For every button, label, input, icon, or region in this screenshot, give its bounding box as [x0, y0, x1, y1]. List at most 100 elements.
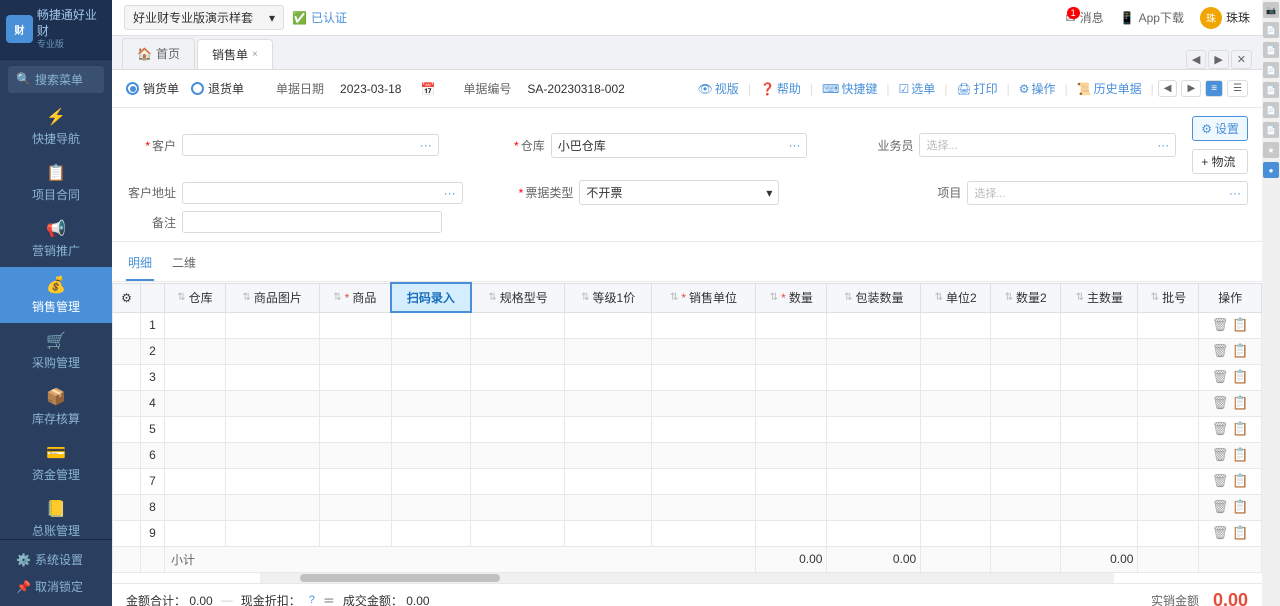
row-image-1[interactable] — [225, 312, 319, 338]
delete-icon-2[interactable]: 🗑 — [1212, 343, 1229, 359]
rip-icon-2[interactable]: 📄 — [1263, 22, 1279, 38]
th-image[interactable]: ⇅ 商品图片 — [225, 283, 319, 312]
sidebar-item-project[interactable]: 📋 项目合同 — [0, 155, 112, 211]
row-pack-qty-1[interactable] — [827, 312, 921, 338]
tab-prev-button[interactable]: ◀ — [1186, 50, 1206, 69]
row-price-2[interactable] — [565, 338, 651, 364]
th-qty2[interactable]: ⇅ 数量2 — [991, 283, 1061, 312]
th-sales-unit[interactable]: ⇅ * 销售单位 — [651, 283, 755, 312]
form-grid-button[interactable]: ≡ — [1205, 80, 1223, 97]
form-list-button[interactable]: ☰ — [1227, 80, 1248, 97]
company-selector[interactable]: 好业财专业版演示样套 ▾ — [124, 5, 284, 30]
notes-input[interactable] — [182, 211, 442, 233]
add-logistics-button[interactable]: + 物流 — [1192, 149, 1248, 174]
row-qty2-1[interactable] — [991, 312, 1061, 338]
user-menu-button[interactable]: 珠 珠珠 — [1200, 7, 1250, 29]
sidebar-item-finance[interactable]: 💳 资金管理 — [0, 435, 112, 491]
help-discount-icon[interactable]: ? — [309, 594, 315, 606]
horizontal-scrollbar[interactable] — [260, 573, 1114, 583]
copy-icon-3[interactable]: 📋 — [1232, 369, 1248, 385]
delete-icon-9[interactable]: 🗑 — [1212, 525, 1229, 541]
rip-icon-5[interactable]: 📄 — [1263, 82, 1279, 98]
app-download-button[interactable]: 📱 App下载 — [1120, 9, 1184, 26]
rip-icon-active[interactable]: ● — [1263, 162, 1279, 178]
rip-icon-3[interactable]: 📄 — [1263, 42, 1279, 58]
tab-close-icon[interactable]: × — [252, 49, 258, 60]
setup-button[interactable]: ⚙ 设置 — [1192, 116, 1248, 141]
row-warehouse-1[interactable] — [165, 312, 226, 338]
rip-icon-7[interactable]: 📄 — [1263, 122, 1279, 138]
row-sales-unit-1[interactable] — [651, 312, 755, 338]
help-button[interactable]: ❓ 帮助 — [755, 78, 806, 99]
tab-close-button[interactable]: ✕ — [1231, 50, 1252, 69]
th-spec[interactable]: ⇅ 规格型号 — [471, 283, 565, 312]
row-batch-2[interactable] — [1138, 338, 1199, 364]
copy-icon-7[interactable]: 📋 — [1232, 473, 1248, 489]
radio-return-order[interactable]: 退货单 — [191, 80, 244, 97]
rip-icon-6[interactable]: 📄 — [1263, 102, 1279, 118]
delete-icon-1[interactable]: 🗑 — [1212, 317, 1229, 333]
copy-icon-1[interactable]: 📋 — [1232, 317, 1248, 333]
customer-input[interactable]: ··· — [182, 134, 439, 156]
th-pack-qty[interactable]: ⇅ 包装数量 — [827, 283, 921, 312]
row-unit2-2[interactable] — [921, 338, 991, 364]
delete-icon-3[interactable]: 🗑 — [1212, 369, 1229, 385]
form-next-button[interactable]: ▶ — [1181, 80, 1201, 97]
salesperson-input[interactable]: 选择... ··· — [919, 133, 1176, 157]
sidebar-item-purchase[interactable]: 🛒 采购管理 — [0, 323, 112, 379]
row-spec-2[interactable] — [471, 338, 565, 364]
row-spec-1[interactable] — [471, 312, 565, 338]
row-batch-import-2[interactable] — [391, 338, 470, 364]
address-input[interactable]: ··· — [182, 182, 463, 204]
sidebar-item-inventory[interactable]: 📦 库存核算 — [0, 379, 112, 435]
row-pack-qty-2[interactable] — [827, 338, 921, 364]
copy-icon-8[interactable]: 📋 — [1232, 499, 1248, 515]
copy-icon-6[interactable]: 📋 — [1232, 447, 1248, 463]
row-price-1[interactable] — [565, 312, 651, 338]
row-main-qty-1[interactable] — [1061, 312, 1138, 338]
rip-icon-star[interactable]: ★ — [1263, 142, 1279, 158]
history-button[interactable]: 📜 历史单据 — [1072, 78, 1147, 99]
sidebar-item-quick-nav[interactable]: ⚡ 快捷导航 — [0, 99, 112, 155]
select-order-button[interactable]: ☑ 选单 — [894, 78, 941, 99]
delete-icon-7[interactable]: 🗑 — [1212, 473, 1229, 489]
search-menu-button[interactable]: 🔍 搜索菜单 — [8, 66, 104, 93]
tab-next-button[interactable]: ▶ — [1208, 50, 1228, 69]
copy-icon-4[interactable]: 📋 — [1232, 395, 1248, 411]
radio-sales-order[interactable]: 销货单 — [126, 80, 179, 97]
row-batch-1[interactable] — [1138, 312, 1199, 338]
copy-icon-2[interactable]: 📋 — [1232, 343, 1248, 359]
tab-erwei[interactable]: 二维 — [170, 250, 198, 281]
operate-button[interactable]: ⚙ 操作 — [1014, 78, 1061, 99]
message-button[interactable]: ✉ 1 消息 — [1066, 9, 1104, 26]
warehouse-input[interactable]: 小巴仓库 ··· — [551, 133, 808, 158]
rip-icon-1[interactable]: 📷 — [1263, 2, 1279, 18]
row-image-2[interactable] — [225, 338, 319, 364]
tab-home[interactable]: 🏠 首页 — [122, 38, 195, 69]
invoice-type-select[interactable]: 不开票 ▾ — [579, 180, 779, 205]
row-main-qty-2[interactable] — [1061, 338, 1138, 364]
form-prev-button[interactable]: ◀ — [1158, 80, 1178, 97]
scroll-thumb[interactable] — [300, 574, 500, 582]
th-warehouse[interactable]: ⇅ 仓库 — [165, 283, 226, 312]
th-settings[interactable]: ⚙ — [113, 283, 141, 312]
row-warehouse-2[interactable] — [165, 338, 226, 364]
copy-icon-5[interactable]: 📋 — [1232, 421, 1248, 437]
row-qty2-2[interactable] — [991, 338, 1061, 364]
sidebar-item-unpin[interactable]: 📌 取消锁定 — [8, 573, 104, 600]
calendar-icon[interactable]: 📅 — [420, 82, 435, 96]
row-goods-1[interactable] — [319, 312, 391, 338]
th-batch-import[interactable]: 扫码录入 — [391, 283, 470, 312]
th-quantity[interactable]: ⇅ * 数量 — [756, 283, 827, 312]
sidebar-item-account[interactable]: 📒 总账管理 — [0, 491, 112, 539]
th-goods[interactable]: ⇅ * 商品 — [319, 283, 391, 312]
copy-icon-9[interactable]: 📋 — [1232, 525, 1248, 541]
delete-icon-8[interactable]: 🗑 — [1212, 499, 1229, 515]
tab-sales-order[interactable]: 销售单 × — [197, 39, 273, 69]
row-sales-unit-2[interactable] — [651, 338, 755, 364]
tab-mingxi[interactable]: 明细 — [126, 250, 154, 281]
delete-icon-6[interactable]: 🗑 — [1212, 447, 1229, 463]
delete-icon-4[interactable]: 🗑 — [1212, 395, 1229, 411]
sidebar-item-sales[interactable]: 💰 销售管理 — [0, 267, 112, 323]
row-unit2-1[interactable] — [921, 312, 991, 338]
